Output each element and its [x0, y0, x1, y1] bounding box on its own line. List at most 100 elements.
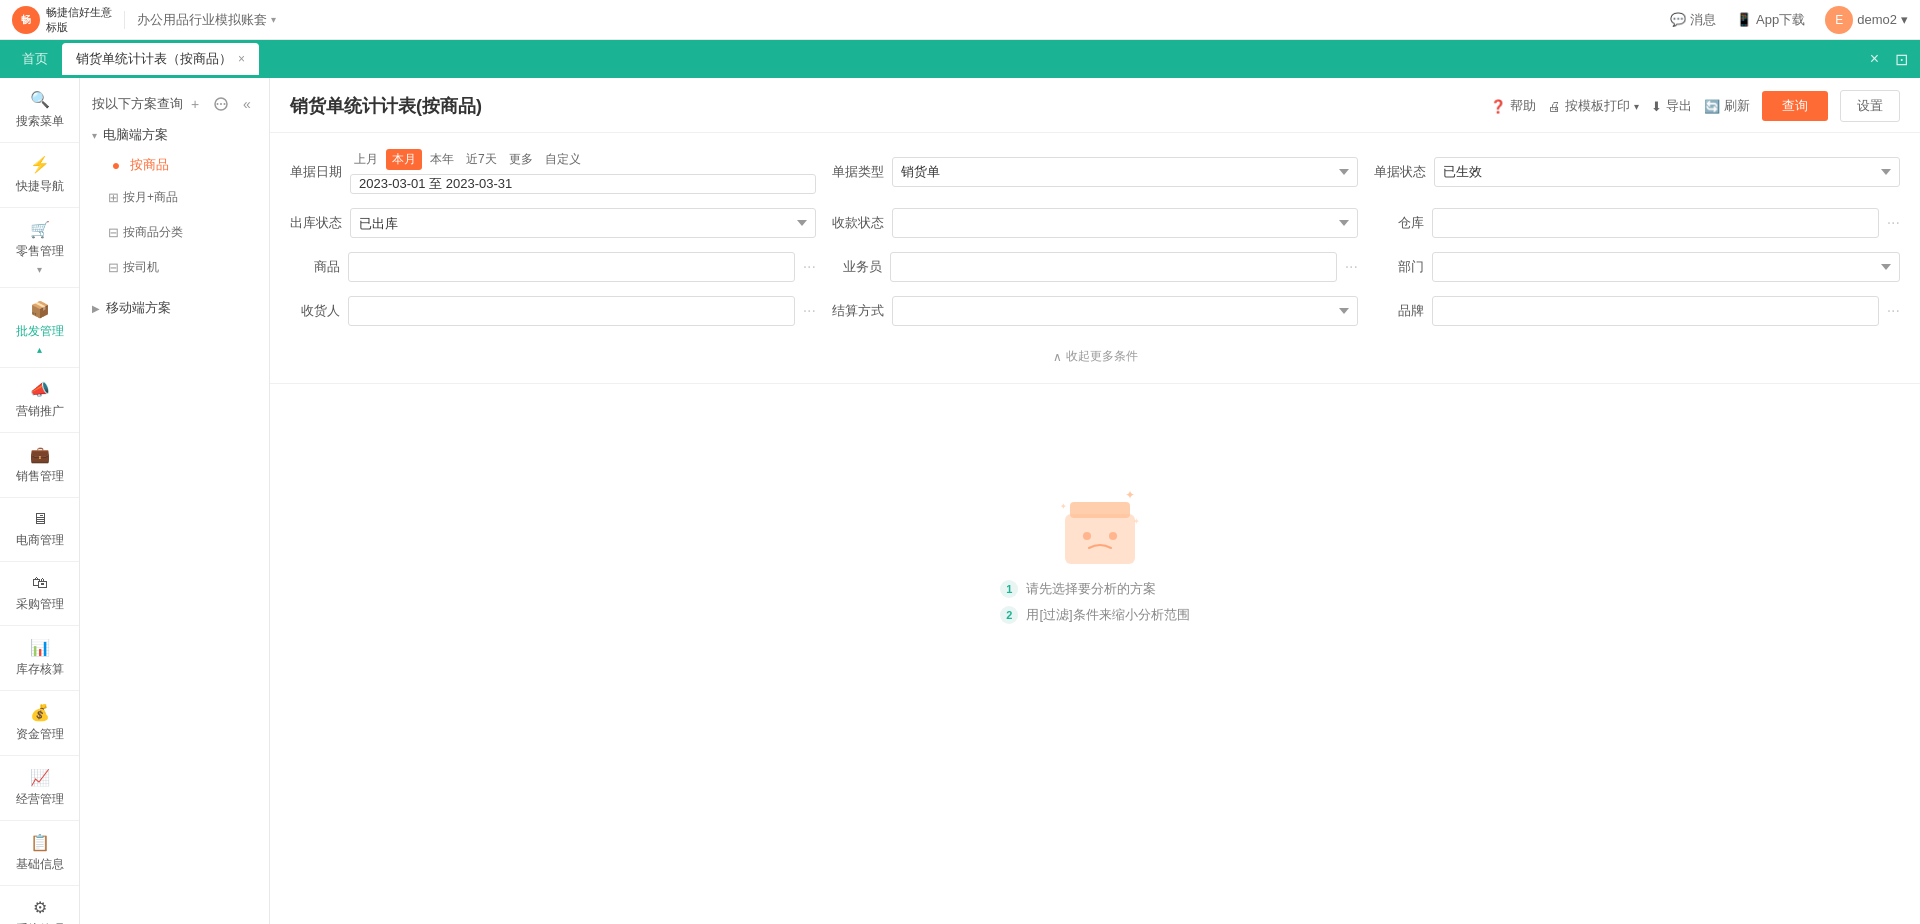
- sidebar-item-operations[interactable]: 📈 经营管理: [0, 756, 79, 821]
- date-btn-this-month[interactable]: 本月: [386, 149, 422, 170]
- brand-input[interactable]: [1432, 296, 1879, 326]
- empty-tip-2: 2 用[过滤]条件来缩小分析范围: [1000, 606, 1189, 624]
- date-btn-7days[interactable]: 近7天: [462, 149, 501, 170]
- tab-close-button[interactable]: ×: [238, 52, 245, 66]
- filter-row-3: 商品 ··· 业务员 ···: [290, 252, 1900, 282]
- sidebar-item-system[interactable]: ⚙ 系统管理: [0, 886, 79, 924]
- brand-dots-button[interactable]: ···: [1887, 302, 1900, 320]
- receiver-input[interactable]: [348, 296, 795, 326]
- out-status-select[interactable]: 已出库: [350, 208, 816, 238]
- staff-dots-button[interactable]: ···: [1345, 258, 1358, 276]
- sidebar-item-search[interactable]: 🔍 搜索菜单: [0, 78, 79, 143]
- sidebar-item-wholesale[interactable]: 📦 批发管理 ▴: [0, 288, 79, 368]
- search-icon: 🔍: [30, 90, 50, 109]
- add-scheme-button[interactable]: +: [185, 94, 205, 114]
- svg-point-7: [1109, 532, 1117, 540]
- export-button[interactable]: ⬇ 导出: [1651, 97, 1692, 115]
- content-area: 按以下方案查询 + «: [80, 78, 1920, 924]
- sidebar-item-retail[interactable]: 🛒 零售管理 ▾: [0, 208, 79, 288]
- sidebar-item-base[interactable]: 📋 基础信息: [0, 821, 79, 886]
- receipt-status-label: 收款状态: [832, 214, 884, 232]
- sales-icon: 💼: [30, 445, 50, 464]
- pc-schemes-section: ▾ 电脑端方案 ● 按商品 ⊞ 按月+商品: [80, 120, 269, 293]
- svg-point-6: [1083, 532, 1091, 540]
- warehouse-dots-button[interactable]: ···: [1887, 214, 1900, 232]
- empty-tip-1: 1 请先选择要分析的方案: [1000, 580, 1189, 598]
- sidebar-item-finance[interactable]: 💰 资金管理: [0, 691, 79, 756]
- query-button[interactable]: 查询: [1762, 91, 1828, 121]
- filter-field-date: 单据日期 上月 本月 本年 近7天 更多 自定义: [290, 149, 816, 194]
- filter-row-2: 出库状态 已出库 收款状态: [290, 208, 1900, 238]
- filter-field-receiver: 收货人 ···: [290, 296, 816, 326]
- svg-text:✦: ✦: [1133, 517, 1140, 526]
- edit-scheme-button[interactable]: [211, 94, 231, 114]
- receipt-status-select[interactable]: [892, 208, 1358, 238]
- date-btn-more[interactable]: 更多: [505, 149, 537, 170]
- scheme-item-by-product[interactable]: ● 按商品: [80, 150, 269, 180]
- date-btn-custom[interactable]: 自定义: [541, 149, 585, 170]
- help-button[interactable]: ❓ 帮助: [1490, 97, 1536, 115]
- filter-row-1: 单据日期 上月 本月 本年 近7天 更多 自定义: [290, 149, 1900, 194]
- tab-bar: 首页 销货单统计计表（按商品） × × ⊡: [0, 40, 1920, 78]
- filter-field-doc-type: 单据类型 销货单: [832, 157, 1358, 187]
- inventory-icon: 📊: [30, 638, 50, 657]
- active-indicator-icon: ●: [108, 157, 124, 173]
- filter-field-receipt-status: 收款状态: [832, 208, 1358, 238]
- collapse-conditions-button[interactable]: ∧ 收起更多条件: [290, 340, 1900, 373]
- system-icon: ⚙: [33, 898, 47, 917]
- sidebar-item-sales[interactable]: 💼 销售管理: [0, 433, 79, 498]
- refresh-button[interactable]: 🔄 刷新: [1704, 97, 1750, 115]
- operations-icon: 📈: [30, 768, 50, 787]
- tab-close-window-button[interactable]: ×: [1866, 48, 1883, 71]
- sidebar-item-ecom[interactable]: 🖥 电商管理: [0, 498, 79, 562]
- top-nav: 畅 畅捷信好生意 标版 办公用品行业模拟账套 ▾ 💬 消息 📱 App下载 E …: [0, 0, 1920, 40]
- date-btn-this-year[interactable]: 本年: [426, 149, 458, 170]
- tab-maximize-button[interactable]: ⊡: [1891, 48, 1912, 71]
- quick-nav-icon: ⚡: [30, 155, 50, 174]
- sidebar-item-quick-nav[interactable]: ⚡ 快捷导航: [0, 143, 79, 208]
- setting-button[interactable]: 设置: [1840, 90, 1900, 122]
- collapse-panel-button[interactable]: «: [237, 94, 257, 114]
- goods-label: 商品: [290, 258, 340, 276]
- user-menu-button[interactable]: E demo2 ▾: [1825, 6, 1908, 34]
- tab-home[interactable]: 首页: [8, 43, 62, 75]
- grid-icon: ⊞: [108, 190, 119, 205]
- chevron-down-icon: ▾: [37, 264, 42, 275]
- sidebar-item-inventory[interactable]: 📊 库存核算: [0, 626, 79, 691]
- sidebar-item-marketing[interactable]: 📣 营销推广: [0, 368, 79, 433]
- pc-schemes-header[interactable]: ▾ 电脑端方案: [80, 120, 269, 150]
- app-icon: 📱: [1736, 12, 1752, 27]
- app-download-button[interactable]: 📱 App下载: [1736, 11, 1805, 29]
- finance-icon: 💰: [30, 703, 50, 722]
- doc-status-select[interactable]: 已生效: [1434, 157, 1900, 187]
- receiver-dots-button[interactable]: ···: [803, 302, 816, 320]
- sidebar: 🔍 搜索菜单 ⚡ 快捷导航 🛒 零售管理 ▾ 📦 批发管理 ▴ 📣 营销推广 💼…: [0, 78, 80, 924]
- svg-point-3: [224, 103, 226, 105]
- date-range-input[interactable]: 2023-03-01 至 2023-03-31: [350, 174, 816, 194]
- doc-type-label: 单据类型: [832, 163, 884, 181]
- wholesale-icon: 📦: [30, 300, 50, 319]
- account-selector[interactable]: 办公用品行业模拟账套 ▾: [124, 11, 276, 29]
- settlement-select[interactable]: [892, 296, 1358, 326]
- chevron-down-icon: ▾: [271, 14, 276, 25]
- chevron-down-icon: ▾: [92, 130, 97, 141]
- filter-field-out-status: 出库状态 已出库: [290, 208, 816, 238]
- logo-icon: 畅: [12, 6, 40, 34]
- dept-select[interactable]: [1432, 252, 1900, 282]
- filter-field-settlement: 结算方式: [832, 296, 1358, 326]
- staff-input[interactable]: [890, 252, 1337, 282]
- top-right-actions: 💬 消息 📱 App下载 E demo2 ▾: [1670, 6, 1908, 34]
- date-btn-last-month[interactable]: 上月: [350, 149, 382, 170]
- goods-dots-button[interactable]: ···: [803, 258, 816, 276]
- sidebar-item-purchase[interactable]: 🛍 采购管理: [0, 562, 79, 626]
- print-button[interactable]: 🖨 按模板打印 ▾: [1548, 97, 1639, 115]
- message-button[interactable]: 💬 消息: [1670, 11, 1716, 29]
- doc-type-select[interactable]: 销货单: [892, 157, 1358, 187]
- svg-point-1: [217, 103, 219, 105]
- message-icon: 💬: [1670, 12, 1686, 27]
- warehouse-input[interactable]: [1432, 208, 1879, 238]
- page-header: 销货单统计计表(按商品) ❓ 帮助 🖨 按模板打印 ▾ ⬇: [270, 78, 1920, 133]
- mobile-schemes-header[interactable]: ▶ 移动端方案: [80, 293, 269, 323]
- goods-input[interactable]: [348, 252, 795, 282]
- tab-report[interactable]: 销货单统计计表（按商品） ×: [62, 43, 259, 75]
